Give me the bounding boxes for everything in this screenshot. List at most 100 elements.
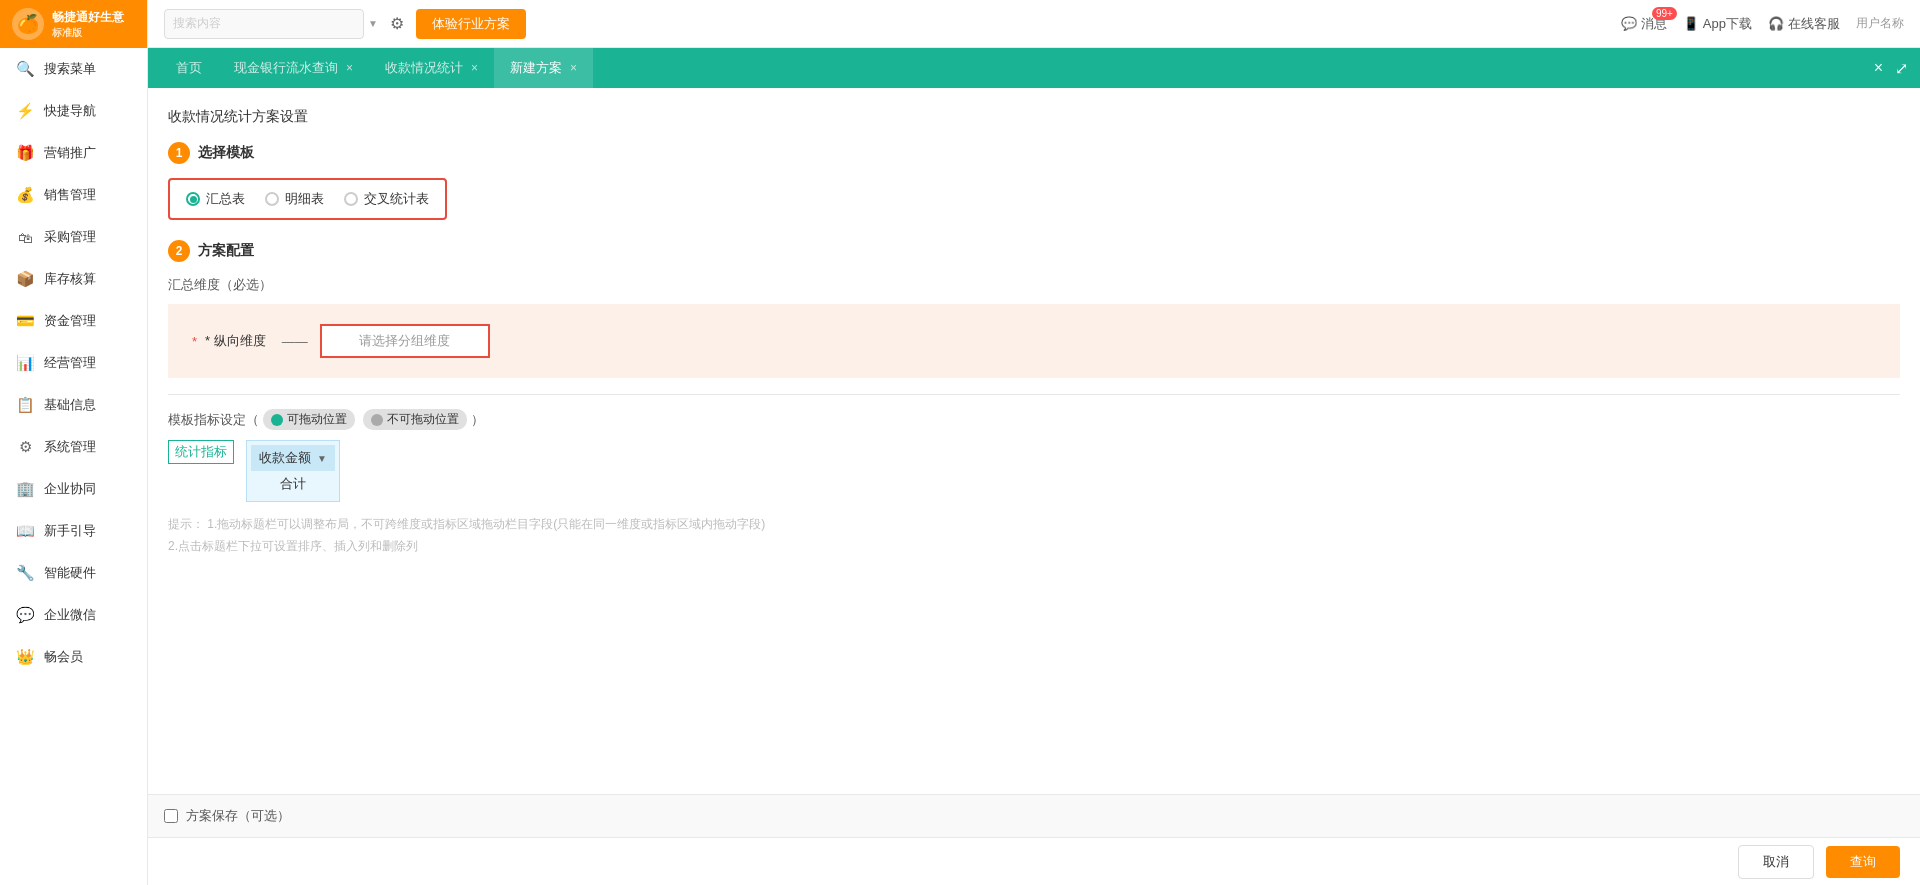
- sales-icon: 💰: [16, 186, 34, 204]
- dimension-row: * * 纵向维度 —— 请选择分组维度: [192, 324, 1876, 358]
- member-icon: 👑: [16, 648, 34, 666]
- sidebar-item-hardware[interactable]: 🔧 智能硬件: [0, 552, 147, 594]
- gear-icon[interactable]: ⚙: [390, 14, 404, 33]
- hint-text-2: 2.点击标题栏下拉可设置排序、插入列和删除列: [168, 536, 418, 558]
- sidebar-logo: 🍊 畅捷通好生意 标准版: [0, 0, 147, 48]
- toggle-draggable-label: 可拖动位置: [287, 411, 347, 428]
- tabbar: 首页 现金银行流水查询 × 收款情况统计 × 新建方案 × × ⤢: [148, 48, 1920, 88]
- toggle-not-draggable-dot: [371, 414, 383, 426]
- toggle-not-draggable-label: 不可拖动位置: [387, 411, 459, 428]
- sidebar-item-label: 智能硬件: [44, 564, 131, 582]
- sidebar-item-label: 企业协同: [44, 480, 131, 498]
- metrics-tag-body: 合计: [272, 471, 314, 497]
- sidebar-item-label: 搜索菜单: [44, 60, 131, 78]
- sidebar-item-system[interactable]: ⚙ 系统管理: [0, 426, 147, 468]
- tab-new-plan[interactable]: 新建方案 ×: [494, 48, 593, 88]
- search-icon: 🔍: [16, 60, 34, 78]
- cancel-button[interactable]: 取消: [1738, 845, 1814, 879]
- sidebar-item-operations[interactable]: 📊 经营管理: [0, 342, 147, 384]
- metrics-tag-receipts: 收款金额 ▼ 合计: [246, 440, 340, 502]
- hint-area: 提示： 1.拖动标题栏可以调整布局，不可跨维度或指标区域拖动栏目字段(只能在同一…: [168, 514, 1900, 557]
- online-service-button[interactable]: 🎧 在线客服: [1768, 15, 1840, 33]
- sidebar-item-marketing[interactable]: 🎁 营销推广: [0, 132, 147, 174]
- radio-cross[interactable]: 交叉统计表: [344, 190, 429, 208]
- tab-cashflow[interactable]: 现金银行流水查询 ×: [218, 48, 369, 88]
- metrics-tag-header[interactable]: 收款金额 ▼: [251, 445, 335, 471]
- template-radio-group: 汇总表 明细表 交叉统计表: [168, 178, 447, 220]
- sidebar-item-label: 采购管理: [44, 228, 131, 246]
- tab-cashflow-close-icon[interactable]: ×: [346, 61, 353, 75]
- tabbar-actions: × ⤢: [1874, 59, 1908, 78]
- radio-summary-label: 汇总表: [206, 190, 245, 208]
- sidebar-item-label: 经营管理: [44, 354, 131, 372]
- radio-detail-dot: [265, 192, 279, 206]
- sidebar-item-label: 资金管理: [44, 312, 131, 330]
- message-button[interactable]: 💬 消息 99+: [1621, 15, 1667, 33]
- dimension-subtitle: 汇总维度（必选）: [168, 276, 1900, 294]
- sidebar-item-corp[interactable]: 🏢 企业协同: [0, 468, 147, 510]
- tab-home[interactable]: 首页: [160, 48, 218, 88]
- sidebar-item-search[interactable]: 🔍 搜索菜单: [0, 48, 147, 90]
- search-box[interactable]: 搜索内容: [164, 9, 364, 39]
- close-window-icon[interactable]: ×: [1874, 59, 1883, 77]
- metrics-category-label: 统计指标: [168, 440, 234, 464]
- dropdown-arrow-icon[interactable]: ▼: [368, 18, 378, 29]
- operations-icon: 📊: [16, 354, 34, 372]
- save-label: 方案保存（可选）: [186, 807, 290, 825]
- content-inner: 收款情况统计方案设置 1 选择模板 汇总表 明细表: [148, 88, 1920, 794]
- section-config: 2 方案配置 汇总维度（必选） * * 纵向维度 —— 请选择分组维度: [168, 240, 1900, 557]
- metrics-header: 模板指标设定（ 可拖动位置 不可拖动位置: [168, 409, 1900, 430]
- sidebar-item-finance[interactable]: 💳 资金管理: [0, 300, 147, 342]
- save-checkbox[interactable]: [164, 809, 178, 823]
- sidebar-item-member[interactable]: 👑 畅会员: [0, 636, 147, 678]
- quick-nav-icon: ⚡: [16, 102, 34, 120]
- toggle-not-draggable[interactable]: 不可拖动位置: [363, 409, 467, 430]
- section-template: 1 选择模板 汇总表 明细表: [168, 142, 1900, 220]
- sidebar-item-label: 畅会员: [44, 648, 131, 666]
- content-area: 收款情况统计方案设置 1 选择模板 汇总表 明细表: [148, 88, 1920, 794]
- tab-new-plan-close-icon[interactable]: ×: [570, 61, 577, 75]
- sidebar-item-inventory[interactable]: 📦 库存核算: [0, 258, 147, 300]
- tab-receipts[interactable]: 收款情况统计 ×: [369, 48, 494, 88]
- username: 用户名称: [1856, 15, 1904, 32]
- guide-icon: 📖: [16, 522, 34, 540]
- app-icon: 📱: [1683, 16, 1699, 31]
- metrics-tag-header-label: 收款金额: [259, 449, 311, 467]
- radio-cross-label: 交叉统计表: [364, 190, 429, 208]
- trial-button[interactable]: 体验行业方案: [416, 9, 526, 39]
- sidebar-item-guide[interactable]: 📖 新手引导: [0, 510, 147, 552]
- expand-window-icon[interactable]: ⤢: [1895, 59, 1908, 78]
- tab-receipts-label: 收款情况统计: [385, 59, 463, 77]
- sidebar-item-purchase[interactable]: 🛍 采购管理: [0, 216, 147, 258]
- radio-summary[interactable]: 汇总表: [186, 190, 245, 208]
- metrics-title-text: 模板指标设定（: [168, 411, 259, 429]
- service-icon: 🎧: [1768, 16, 1784, 31]
- sidebar-item-wechat[interactable]: 💬 企业微信: [0, 594, 147, 636]
- app-download-label: App下载: [1703, 15, 1752, 33]
- query-button[interactable]: 查询: [1826, 846, 1900, 878]
- section2-header: 2 方案配置: [168, 240, 1900, 262]
- marketing-icon: 🎁: [16, 144, 34, 162]
- sidebar-item-label: 销售管理: [44, 186, 131, 204]
- sidebar-item-label: 企业微信: [44, 606, 131, 624]
- radio-summary-dot: [186, 192, 200, 206]
- sidebar-item-label: 新手引导: [44, 522, 131, 540]
- radio-cross-dot: [344, 192, 358, 206]
- dimension-select-dropdown[interactable]: 请选择分组维度: [320, 324, 490, 358]
- sidebar-item-quick-nav[interactable]: ⚡ 快捷导航: [0, 90, 147, 132]
- system-icon: ⚙: [16, 438, 34, 456]
- section1-num: 1: [168, 142, 190, 164]
- dimension-select-placeholder: 请选择分组维度: [359, 332, 450, 350]
- sidebar-item-basic[interactable]: 📋 基础信息: [0, 384, 147, 426]
- sidebar-item-sales[interactable]: 💰 销售管理: [0, 174, 147, 216]
- radio-detail[interactable]: 明细表: [265, 190, 324, 208]
- toggle-group: 可拖动位置 不可拖动位置: [263, 409, 467, 430]
- save-section: 方案保存（可选）: [148, 794, 1920, 837]
- tab-receipts-close-icon[interactable]: ×: [471, 61, 478, 75]
- section2-title: 方案配置: [198, 242, 254, 260]
- message-icon: 💬: [1621, 16, 1637, 31]
- app-download-button[interactable]: 📱 App下载: [1683, 15, 1752, 33]
- brand-name: 畅捷通好生意: [52, 9, 124, 26]
- toggle-draggable[interactable]: 可拖动位置: [263, 409, 355, 430]
- message-badge: 99+: [1652, 7, 1677, 20]
